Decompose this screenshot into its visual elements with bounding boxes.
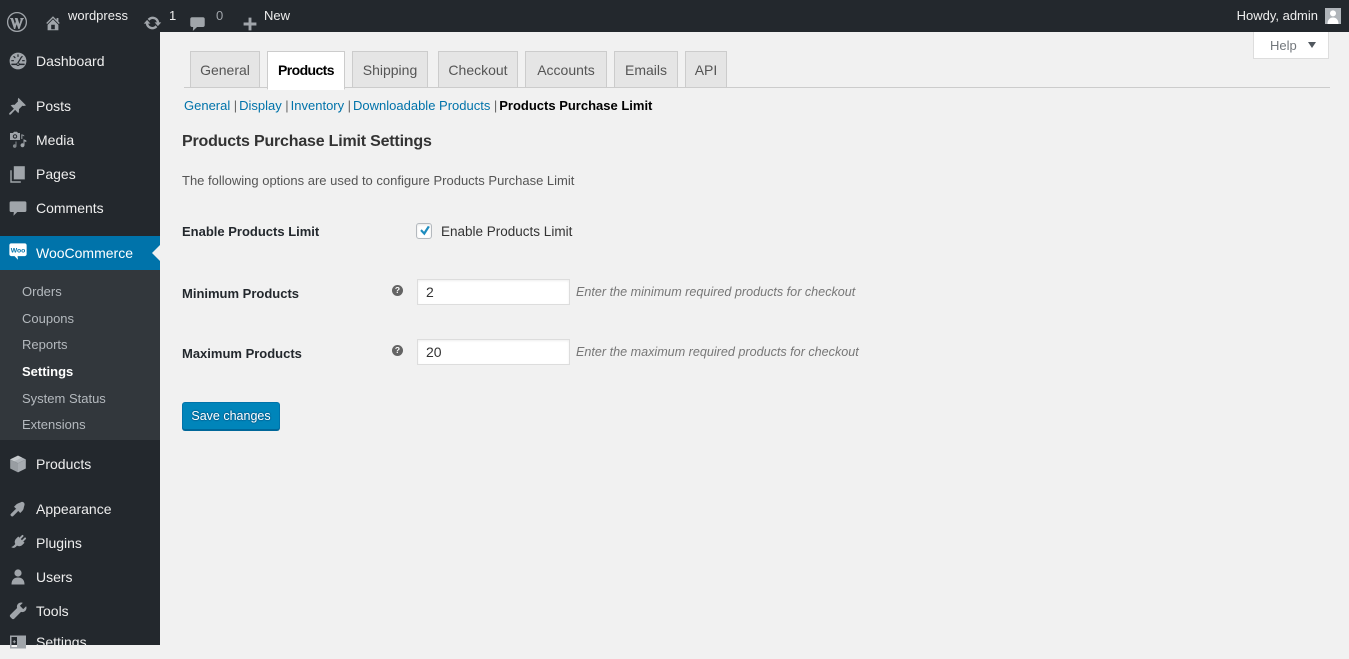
svg-text:Woo: Woo: [11, 248, 26, 255]
